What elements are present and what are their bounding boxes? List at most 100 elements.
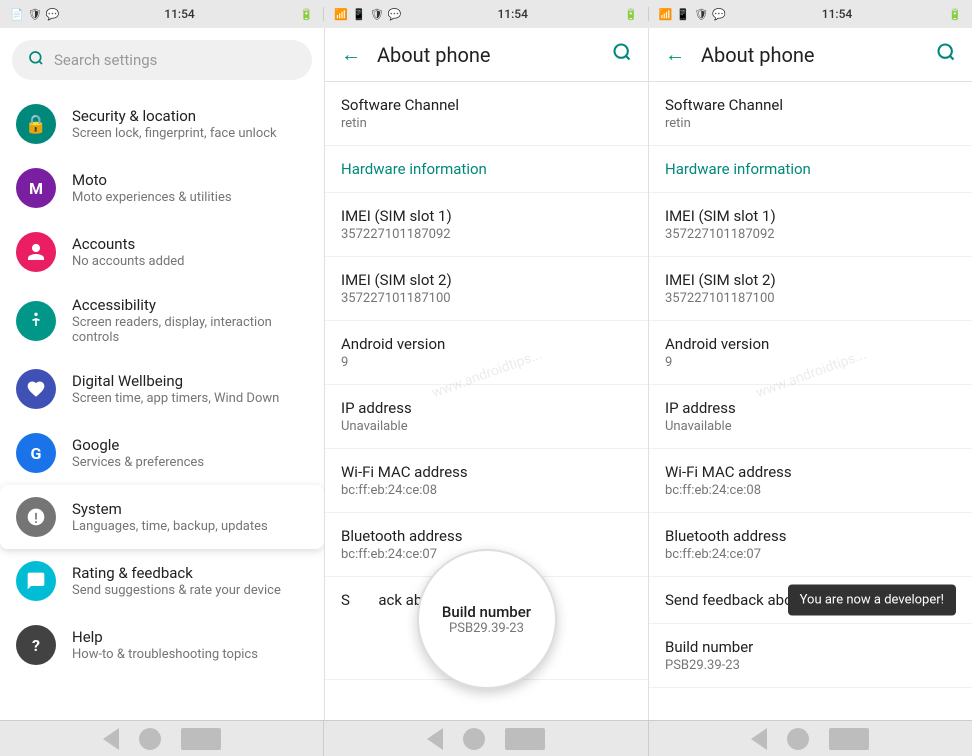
back-button-2[interactable]: [427, 728, 443, 750]
about-item-bt-right[interactable]: Bluetooth address bc:ff:eb:24:ce:07: [649, 513, 972, 577]
about-panel-right: ← About phone Software Channel retin Har…: [649, 28, 972, 720]
status-segment-3: 📶 📱 🛡 💬 11:54 🔋: [649, 7, 972, 21]
system-title: System: [72, 500, 308, 518]
about-item-hardware-mid[interactable]: Hardware information: [325, 146, 648, 193]
sidebar-item-system[interactable]: System Languages, time, backup, updates: [0, 485, 324, 549]
search-bar[interactable]: Search settings: [12, 40, 312, 80]
digital-wellbeing-icon: [16, 369, 56, 409]
status-icons-left-2: 📶 📱 🛡 💬: [334, 8, 401, 21]
build-circle-label: Build number: [442, 603, 531, 621]
middle-about-list: Software Channel retin Hardware informat…: [325, 82, 648, 720]
imei2-value-mid: 357227101187100: [341, 291, 632, 306]
time-3: 11:54: [822, 7, 852, 21]
right-search-button[interactable]: [936, 42, 956, 67]
about-item-feedback-mid[interactable]: Send ack about this device Build number …: [325, 577, 648, 680]
security-text: Security & location Screen lock, fingerp…: [72, 107, 308, 141]
sidebar-item-google[interactable]: G Google Services & preferences: [0, 421, 324, 485]
status-bar: 📄 🛡 💬 11:54 🔋 📶 📱 🛡 💬 11:54 🔋 📶 📱 🛡 💬 11…: [0, 0, 972, 28]
hardware-title-right: Hardware information: [665, 160, 956, 178]
msg-icon-3: 💬: [712, 8, 726, 21]
accessibility-subtitle: Screen readers, display, interaction con…: [72, 315, 308, 345]
moto-subtitle: Moto experiences & utilities: [72, 190, 308, 205]
sidebar-item-accessibility[interactable]: Accessibility Screen readers, display, i…: [0, 284, 324, 357]
build-number-circle: Build number PSB29.39-23: [417, 549, 557, 689]
signal-icon-2: 📶: [334, 8, 348, 21]
settings-panel: Search settings 🔒 Security & location Sc…: [0, 28, 325, 720]
imei1-value-right: 357227101187092: [665, 227, 956, 242]
build-title-right: Build number: [665, 638, 956, 656]
help-text: Help How-to & troubleshooting topics: [72, 628, 308, 662]
imei2-title-mid: IMEI (SIM slot 2): [341, 271, 632, 289]
about-item-android-right[interactable]: Android version 9: [649, 321, 972, 385]
help-subtitle: How-to & troubleshooting topics: [72, 647, 308, 662]
recents-button-1[interactable]: [181, 728, 221, 750]
moto-title: Moto: [72, 171, 308, 189]
middle-panel-header: ← About phone: [325, 28, 648, 82]
about-item-imei1-right[interactable]: IMEI (SIM slot 1) 357227101187092: [649, 193, 972, 257]
file-icon: 📄: [10, 8, 24, 21]
wifi-value-mid: bc:ff:eb:24:ce:08: [341, 483, 632, 498]
google-subtitle: Services & preferences: [72, 455, 308, 470]
sidebar-item-digital-wellbeing[interactable]: Digital Wellbeing Screen time, app timer…: [0, 357, 324, 421]
about-item-wifi-mid[interactable]: Wi-Fi MAC address bc:ff:eb:24:ce:08: [325, 449, 648, 513]
google-icon: G: [16, 433, 56, 473]
about-item-wifi-right[interactable]: Wi-Fi MAC address bc:ff:eb:24:ce:08: [649, 449, 972, 513]
middle-back-button[interactable]: ←: [341, 42, 361, 67]
main-content: Search settings 🔒 Security & location Sc…: [0, 28, 972, 720]
ip-value-mid: Unavailable: [341, 419, 632, 434]
about-item-software-channel-mid[interactable]: Software Channel retin: [325, 82, 648, 146]
back-button-3[interactable]: [751, 728, 767, 750]
android-value-mid: 9: [341, 355, 632, 370]
digital-wellbeing-text: Digital Wellbeing Screen time, app timer…: [72, 372, 308, 406]
status-icons-right-3: 🔋: [948, 8, 962, 21]
imei1-title-right: IMEI (SIM slot 1): [665, 207, 956, 225]
google-title: Google: [72, 436, 308, 454]
developer-toast: You are now a developer!: [788, 585, 956, 616]
sidebar-item-security[interactable]: 🔒 Security & location Screen lock, finge…: [0, 92, 324, 156]
accounts-icon: [16, 232, 56, 272]
sidebar-item-rating[interactable]: Rating & feedback Send suggestions & rat…: [0, 549, 324, 613]
about-item-imei2-mid[interactable]: IMEI (SIM slot 2) 357227101187100: [325, 257, 648, 321]
back-button-1[interactable]: [103, 728, 119, 750]
about-item-software-channel-right[interactable]: Software Channel retin: [649, 82, 972, 146]
shield-icon-3: 🛡: [694, 8, 708, 21]
msg-icon-2: 💬: [388, 8, 402, 21]
build-value-right: PSB29.39-23: [665, 658, 956, 673]
middle-search-button[interactable]: [612, 42, 632, 67]
about-item-hardware-right[interactable]: Hardware information: [649, 146, 972, 193]
accounts-text: Accounts No accounts added: [72, 235, 308, 269]
security-title: Security & location: [72, 107, 308, 125]
right-back-button[interactable]: ←: [665, 42, 685, 67]
sidebar-item-moto[interactable]: M Moto Moto experiences & utilities: [0, 156, 324, 220]
sidebar-item-accounts[interactable]: Accounts No accounts added: [0, 220, 324, 284]
recents-button-3[interactable]: [829, 728, 869, 750]
about-item-feedback-right[interactable]: Send feedback about this device You are …: [649, 577, 972, 624]
home-button-2[interactable]: [463, 728, 485, 750]
software-channel-title-mid: Software Channel: [341, 96, 632, 114]
status-icons-left-1: 📄 🛡 💬: [10, 8, 59, 21]
home-button-3[interactable]: [787, 728, 809, 750]
about-item-imei2-right[interactable]: IMEI (SIM slot 2) 357227101187100: [649, 257, 972, 321]
status-segment-2: 📶 📱 🛡 💬 11:54 🔋: [324, 7, 648, 21]
software-channel-value-right: retin: [665, 116, 956, 131]
recents-button-2[interactable]: [505, 728, 545, 750]
bt-value-right: bc:ff:eb:24:ce:07: [665, 547, 956, 562]
shield-icon-2: 🛡: [370, 8, 384, 21]
about-item-imei1-mid[interactable]: IMEI (SIM slot 1) 357227101187092: [325, 193, 648, 257]
about-item-build-right[interactable]: Build number PSB29.39-23: [649, 624, 972, 688]
system-subtitle: Languages, time, backup, updates: [72, 519, 308, 534]
bt-title-mid: Bluetooth address: [341, 527, 632, 545]
rating-subtitle: Send suggestions & rate your device: [72, 583, 308, 598]
about-panel-middle: ← About phone Software Channel retin Har…: [325, 28, 649, 720]
digital-wellbeing-subtitle: Screen time, app timers, Wind Down: [72, 391, 308, 406]
time-1: 11:54: [164, 7, 194, 21]
bottom-nav-2: [324, 720, 648, 756]
sidebar-item-help[interactable]: ? Help How-to & troubleshooting topics: [0, 613, 324, 677]
google-text: Google Services & preferences: [72, 436, 308, 470]
home-button-1[interactable]: [139, 728, 161, 750]
bottom-nav-1: [0, 720, 324, 756]
about-item-ip-mid[interactable]: IP address Unavailable: [325, 385, 648, 449]
accounts-subtitle: No accounts added: [72, 254, 308, 269]
about-item-ip-right[interactable]: IP address Unavailable: [649, 385, 972, 449]
about-item-android-mid[interactable]: Android version 9: [325, 321, 648, 385]
